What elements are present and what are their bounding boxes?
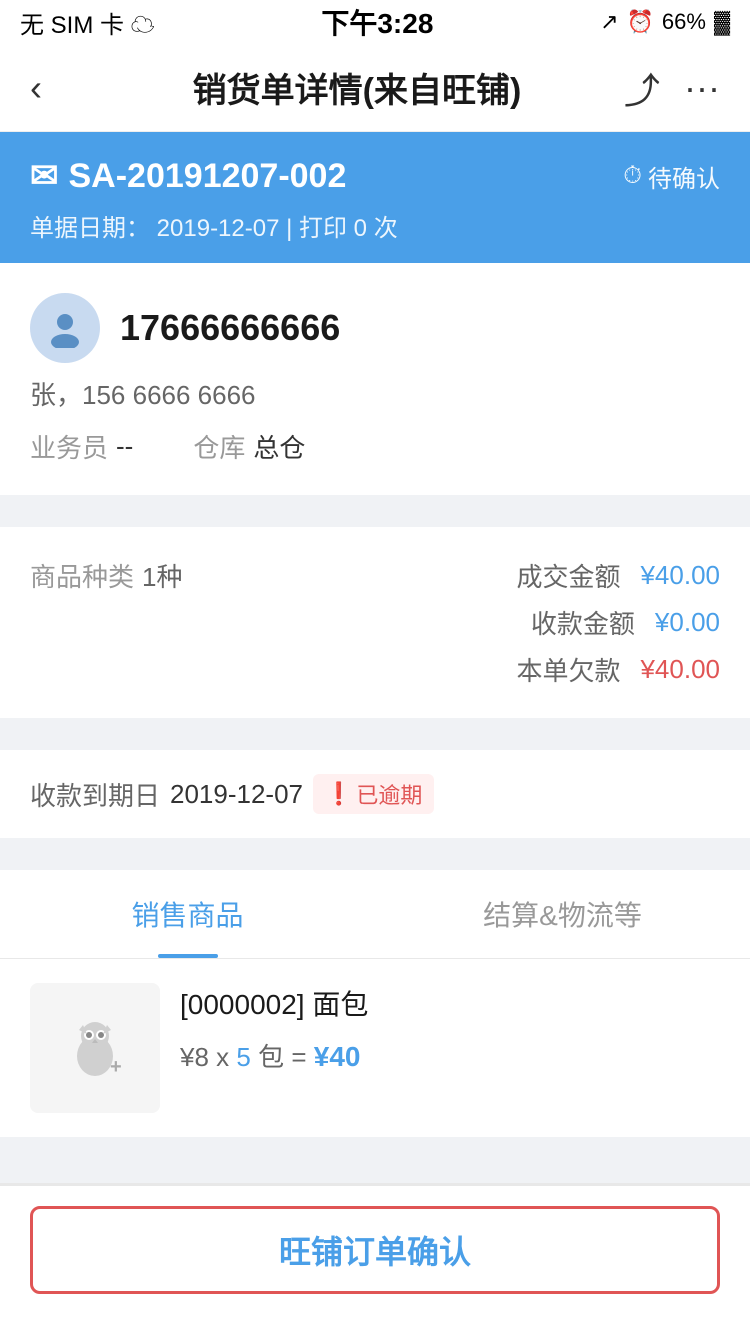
tab-sales-label: 销售商品 xyxy=(131,894,243,934)
status-text: 待确认 xyxy=(648,159,720,194)
salesperson-label: 业务员 xyxy=(30,428,108,465)
order-icon: ✉ xyxy=(30,156,59,196)
nav-bar: ‹ 销货单详情(来自旺铺) ⤴ ··· xyxy=(0,44,750,132)
unit-price: ¥8 xyxy=(180,1042,209,1072)
print-info: | 打印 0 次 xyxy=(286,215,398,242)
deal-amount-value: ¥40.00 xyxy=(640,560,720,591)
order-header-card: ✉ SA-20191207-002 ⏱ 待确认 单据日期： 2019-12-07… xyxy=(0,132,750,263)
product-type-label: 商品种类 xyxy=(30,557,134,594)
overdue-icon: ❗ xyxy=(325,781,352,807)
order-id-text: SA-20191207-002 xyxy=(69,157,347,196)
warehouse-value: 总仓 xyxy=(253,428,305,465)
alarm-icon: ⏰ xyxy=(627,9,654,35)
customer-phone: 17666666666 xyxy=(120,307,340,349)
deal-amount-row: 成交金额 ¥40.00 xyxy=(516,557,720,594)
customer-section: 17666666666 张，156 6666 6666 业务员 -- 仓库 总仓 xyxy=(0,263,750,495)
overdue-badge: ❗ 已逾期 xyxy=(313,774,434,814)
product-thumbnail: + xyxy=(55,1008,135,1088)
svg-text:+: + xyxy=(110,1056,122,1078)
customer-avatar xyxy=(30,293,100,363)
sim-status: 无 SIM 卡 ☁ xyxy=(20,5,155,40)
salesperson-info: 业务员 -- xyxy=(30,428,133,465)
location-icon: ↗ xyxy=(600,9,618,35)
tab-settlement-label: 结算&物流等 xyxy=(483,894,642,934)
status-left: 无 SIM 卡 ☁ xyxy=(20,5,155,40)
order-date: 单据日期： 2019-12-07 | 打印 0 次 xyxy=(30,208,720,243)
product-type-value: 1种 xyxy=(142,557,182,594)
product-section: + [0000002] 面包 ¥8 x 5 包 = ¥40 xyxy=(0,959,750,1137)
summary-section: 商品种类 1种 成交金额 ¥40.00 收款金额 ¥0.00 本单欠款 ¥40.… xyxy=(0,527,750,718)
collected-value: ¥0.00 xyxy=(655,607,720,638)
divider-2 xyxy=(0,734,750,750)
warehouse-label: 仓库 xyxy=(193,428,245,465)
owed-value: ¥40.00 xyxy=(640,654,720,685)
product-qty: 5 xyxy=(236,1042,250,1072)
order-status: ⏱ 待确认 xyxy=(623,159,720,194)
product-name: [0000002] 面包 xyxy=(180,983,720,1023)
overdue-text: 已逾期 xyxy=(356,778,422,810)
product-unit: 包 xyxy=(258,1042,284,1072)
amount-summary: 成交金额 ¥40.00 收款金额 ¥0.00 本单欠款 ¥40.00 xyxy=(516,557,720,688)
product-image: + xyxy=(30,983,160,1113)
product-type-info: 商品种类 1种 xyxy=(30,557,182,594)
divider-3 xyxy=(0,854,750,870)
multiply-sign: x xyxy=(216,1042,236,1072)
date-label: 单据日期： xyxy=(30,215,150,242)
salesperson-value: -- xyxy=(116,431,133,462)
tab-underline xyxy=(158,954,218,958)
back-button[interactable]: ‹ xyxy=(30,67,90,109)
tabs-row: 销售商品 结算&物流等 xyxy=(0,870,750,958)
overdue-section: 收款到期日 2019-12-07 ❗ 已逾期 xyxy=(0,750,750,838)
nav-actions: ⤴ ··· xyxy=(624,62,720,114)
product-price-row: ¥8 x 5 包 = ¥40 xyxy=(180,1037,720,1074)
product-code: [0000002] xyxy=(180,989,305,1020)
equals-sign: = xyxy=(291,1042,313,1072)
warehouse-info: 仓库 总仓 xyxy=(193,428,305,465)
tabs-section: 销售商品 结算&物流等 xyxy=(0,870,750,959)
due-date-value: 2019-12-07 xyxy=(170,779,303,810)
owed-label: 本单欠款 xyxy=(516,651,620,688)
order-id: ✉ SA-20191207-002 xyxy=(30,156,346,196)
date-value: 2019-12-07 xyxy=(157,215,280,242)
confirm-order-button[interactable]: 旺铺订单确认 xyxy=(30,1206,720,1294)
product-total: ¥40 xyxy=(314,1041,361,1072)
product-info: [0000002] 面包 ¥8 x 5 包 = ¥40 xyxy=(180,983,720,1074)
bottom-action-bar: 旺铺订单确认 xyxy=(0,1183,750,1334)
owed-row: 本单欠款 ¥40.00 xyxy=(516,651,720,688)
more-icon[interactable]: ··· xyxy=(684,67,720,109)
product-name-text: 面包 xyxy=(312,989,368,1020)
customer-name: 张，156 6666 6666 xyxy=(30,375,720,412)
status-right: ↗ ⏰ 66% ▓ xyxy=(600,9,730,35)
page-title: 销货单详情(来自旺铺) xyxy=(90,63,624,112)
battery-level: 66% xyxy=(662,9,706,35)
battery-icon: ▓ xyxy=(714,9,730,35)
collected-label: 收款金额 xyxy=(531,604,635,641)
customer-meta: 业务员 -- 仓库 总仓 xyxy=(30,428,720,465)
status-bar: 无 SIM 卡 ☁ 下午3:28 ↗ ⏰ 66% ▓ xyxy=(0,0,750,44)
due-date-label: 收款到期日 xyxy=(30,776,160,813)
collected-row: 收款金额 ¥0.00 xyxy=(516,604,720,641)
divider-1 xyxy=(0,511,750,527)
tab-settlement[interactable]: 结算&物流等 xyxy=(375,870,750,958)
share-icon[interactable]: ⤴ xyxy=(624,62,660,114)
status-time: 下午3:28 xyxy=(321,2,433,42)
tab-sales-products[interactable]: 销售商品 xyxy=(0,870,375,958)
status-clock-icon: ⏱ xyxy=(623,162,642,190)
deal-amount-label: 成交金额 xyxy=(516,557,620,594)
